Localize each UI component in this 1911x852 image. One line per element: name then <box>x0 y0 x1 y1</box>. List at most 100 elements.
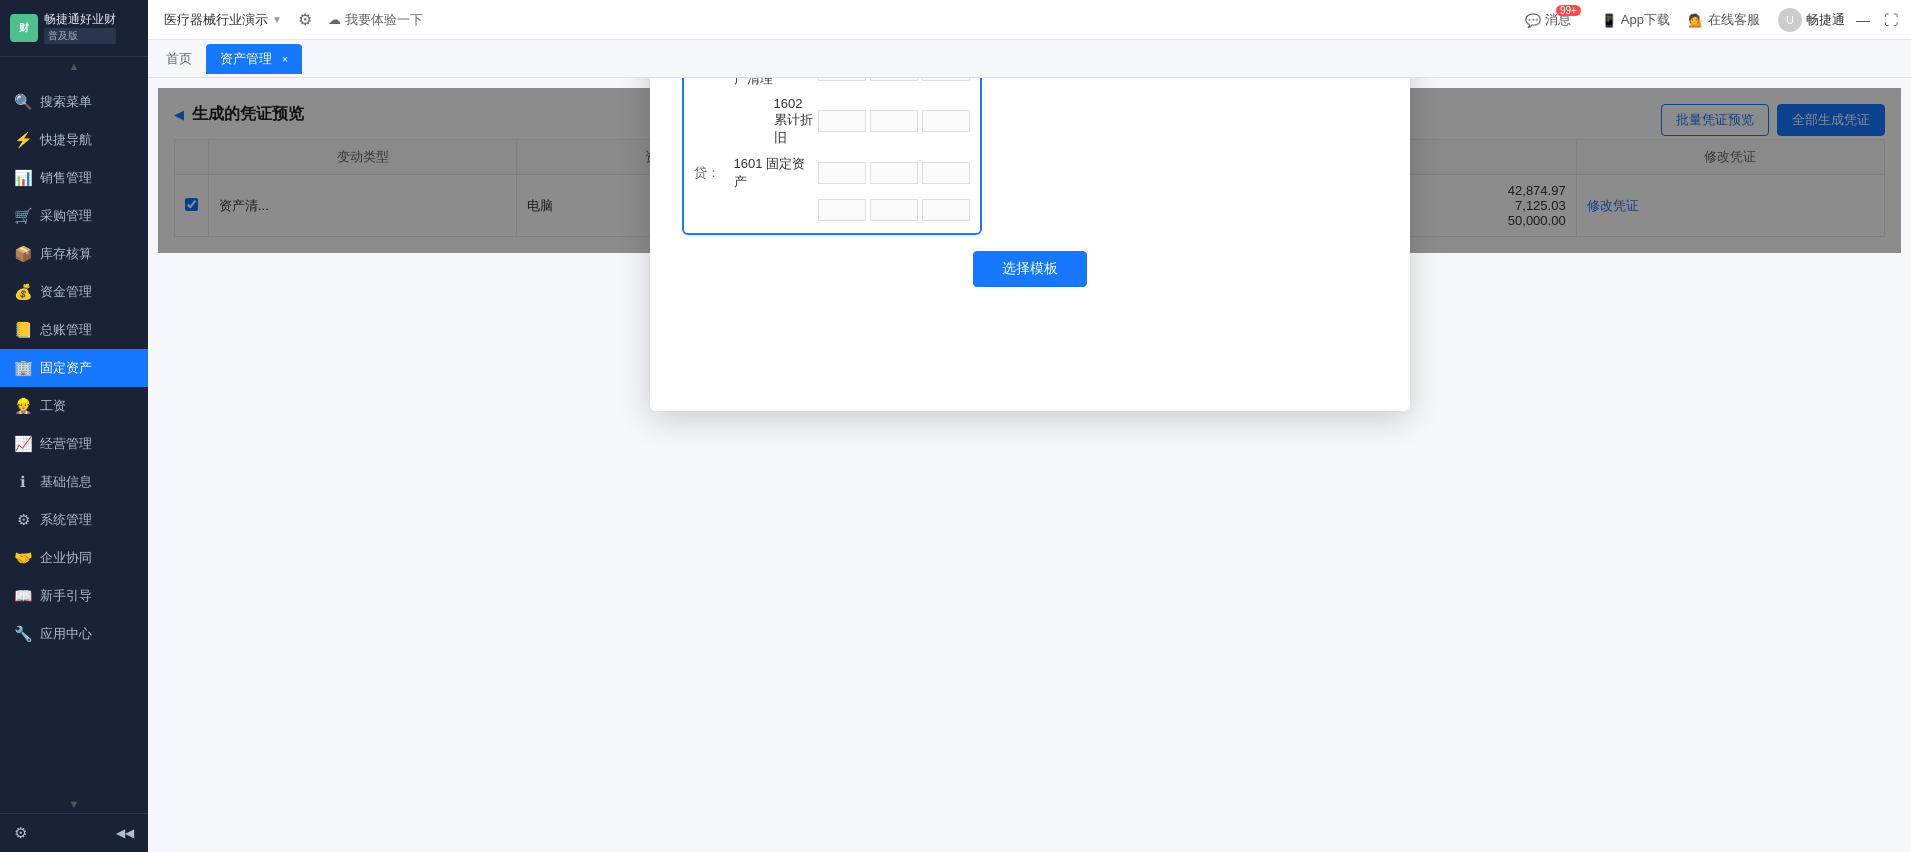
assets-tab[interactable]: 资产管理 × <box>206 44 302 74</box>
footer-collapse-icon[interactable]: ◀◀ <box>116 826 134 840</box>
row1-cell1 <box>818 78 866 81</box>
company-name: 医疗器械行业演示 <box>164 11 268 29</box>
page-inner: ◀ 生成的凭证预览 批量凭证预览 全部生成凭证 变动类型 资产名称 固定资产原值 <box>158 88 1901 253</box>
finance-icon: 💰 <box>14 283 32 301</box>
sidebar-item-system[interactable]: ⚙ 系统管理 <box>0 501 148 539</box>
row2-name: 累计折旧 <box>774 112 813 145</box>
user-avatar: U <box>1778 8 1802 32</box>
sidebar-item-label-enterprise: 企业协同 <box>40 549 92 567</box>
minimize-button[interactable]: — <box>1853 10 1873 30</box>
experience-btn[interactable]: ☁ 我要体验一下 <box>328 11 423 29</box>
scroll-up-arrow[interactable]: ▲ <box>0 57 148 75</box>
row2-cell3 <box>922 110 970 132</box>
window-controls: 💬 消息 99+ 📱 App下载 💁 在线客服 U 畅捷通 <box>1515 0 1911 40</box>
basic-info-icon: ℹ <box>14 473 32 491</box>
operations-icon: 📈 <box>14 435 32 453</box>
messages-icon: 💬 <box>1525 13 1541 28</box>
modal-dialog: × 设置凭证模板 导入 导出 新增 📄 5-固 <box>650 78 1410 411</box>
template-row-empty <box>692 195 972 225</box>
online-service-btn[interactable]: 💁 在线客服 <box>1688 11 1760 29</box>
row3-account: 1601 固定资产 <box>734 155 818 191</box>
sidebar-item-app-center[interactable]: 🔧 应用中心 <box>0 615 148 653</box>
template-card-body: 借： 1606 固定资产清理 <box>684 78 980 233</box>
row1-cell3 <box>922 78 970 81</box>
sidebar-item-label-purchase: 采购管理 <box>40 207 92 225</box>
notification-badge: 99+ <box>1556 5 1581 16</box>
logo-icon: 财 <box>10 14 38 42</box>
scroll-down-arrow[interactable]: ▼ <box>0 795 148 813</box>
ledger-icon: 📒 <box>14 321 32 339</box>
select-template-container: 选择模板 <box>682 251 1378 287</box>
sidebar-item-label-search: 搜索菜单 <box>40 93 92 111</box>
sidebar-item-label-finance: 资金管理 <box>40 283 92 301</box>
fixed-assets-icon: 🏢 <box>14 359 32 377</box>
sidebar-item-operations[interactable]: 📈 经营管理 <box>0 425 148 463</box>
company-selector[interactable]: 医疗器械行业演示 ▼ <box>164 11 282 29</box>
row1-cells <box>818 78 970 81</box>
row2-cell1 <box>818 110 866 132</box>
empty-cell1 <box>818 199 866 221</box>
home-tab[interactable]: 首页 <box>156 44 202 74</box>
row3-side: 贷： <box>694 164 734 182</box>
sidebar-item-enterprise[interactable]: 🤝 企业协同 <box>0 539 148 577</box>
sidebar-item-label-system: 系统管理 <box>40 511 92 529</box>
sidebar-item-label-payroll: 工资 <box>40 397 66 415</box>
app-download-icon: 📱 <box>1601 13 1617 28</box>
template-card: 📄 5-固定资产减少 ✎ 🗑 <box>682 78 982 235</box>
sidebar-item-quicknav[interactable]: ⚡ 快捷导航 <box>0 121 148 159</box>
sidebar-item-purchase[interactable]: 🛒 采购管理 <box>0 197 148 235</box>
edition-badge: 普及版 <box>44 28 116 44</box>
row2-cells <box>818 110 970 132</box>
online-service-icon: 💁 <box>1688 13 1704 28</box>
footer-settings-icon[interactable]: ⚙ <box>14 824 27 842</box>
empty-cells <box>818 199 970 221</box>
sidebar-item-basic-info[interactable]: ℹ 基础信息 <box>0 463 148 501</box>
sidebar-nav: 🔍 搜索菜单 ⚡ 快捷导航 📊 销售管理 🛒 采购管理 📦 库存核算 💰 <box>0 75 148 795</box>
online-service-label: 在线客服 <box>1708 11 1760 29</box>
empty-cell2 <box>870 199 918 221</box>
tab-close-icon[interactable]: × <box>282 53 288 65</box>
row3-cell3 <box>922 162 970 184</box>
row1-account: 1606 固定资产清理 <box>734 78 818 88</box>
sidebar-item-label-sales: 销售管理 <box>40 169 92 187</box>
sidebar-item-label-app-center: 应用中心 <box>40 625 92 643</box>
row1-side: 借： <box>694 78 734 79</box>
guide-icon: 📖 <box>14 587 32 605</box>
page-content: ◀ 生成的凭证预览 批量凭证预览 全部生成凭证 变动类型 资产名称 固定资产原值 <box>148 78 1911 852</box>
row1-name: 固定资产清理 <box>734 78 806 86</box>
sidebar-item-search[interactable]: 🔍 搜索菜单 <box>0 83 148 121</box>
row3-cell2 <box>870 162 918 184</box>
select-template-button[interactable]: 选择模板 <box>973 251 1087 287</box>
app-download-label: App下载 <box>1621 11 1670 29</box>
tabs-bar: 首页 资产管理 × <box>148 40 1911 78</box>
sidebar-header: 财 畅捷通好业财 普及版 <box>0 0 148 57</box>
row1-cell2 <box>870 78 918 81</box>
messages-btn[interactable]: 💬 消息 99+ <box>1525 11 1571 29</box>
row3-cell1 <box>818 162 866 184</box>
topbar-settings-icon[interactable]: ⚙ <box>298 10 312 29</box>
sidebar-item-ledger[interactable]: 📒 总账管理 <box>0 311 148 349</box>
sidebar-item-fixed-assets[interactable]: 🏢 固定资产 <box>0 349 148 387</box>
maximize-button[interactable]: ⛶ <box>1881 10 1901 30</box>
system-icon: ⚙ <box>14 511 32 529</box>
main-area: 医疗器械行业演示 ▼ ⚙ ☁ 我要体验一下 💬 消息 99+ 📱 <box>148 0 1911 852</box>
row2-code: 1602 <box>774 96 803 111</box>
sidebar-item-finance[interactable]: 💰 资金管理 <box>0 273 148 311</box>
purchase-icon: 🛒 <box>14 207 32 225</box>
sidebar-item-label-guide: 新手引导 <box>40 587 92 605</box>
user-menu-btn[interactable]: U 畅捷通 <box>1778 8 1845 32</box>
sidebar-item-sales[interactable]: 📊 销售管理 <box>0 159 148 197</box>
enterprise-icon: 🤝 <box>14 549 32 567</box>
user-name: 畅捷通 <box>1806 11 1845 29</box>
company-dropdown-icon: ▼ <box>272 14 282 25</box>
template-row-2: 1602 累计折旧 <box>692 92 972 151</box>
sidebar: 财 畅捷通好业财 普及版 ▲ 🔍 搜索菜单 ⚡ 快捷导航 📊 销售管理 <box>0 0 148 852</box>
app-center-icon: 🔧 <box>14 625 32 643</box>
sidebar-item-payroll[interactable]: 👷 工资 <box>0 387 148 425</box>
sidebar-item-inventory[interactable]: 📦 库存核算 <box>0 235 148 273</box>
app-logo: 财 畅捷通好业财 普及版 <box>10 12 138 44</box>
sidebar-item-guide[interactable]: 📖 新手引导 <box>0 577 148 615</box>
row3-code: 1601 <box>734 156 763 171</box>
app-download-btn[interactable]: 📱 App下载 <box>1601 11 1670 29</box>
topbar-right-actions: 💬 消息 99+ 📱 App下载 💁 在线客服 U 畅捷通 <box>1525 8 1845 32</box>
